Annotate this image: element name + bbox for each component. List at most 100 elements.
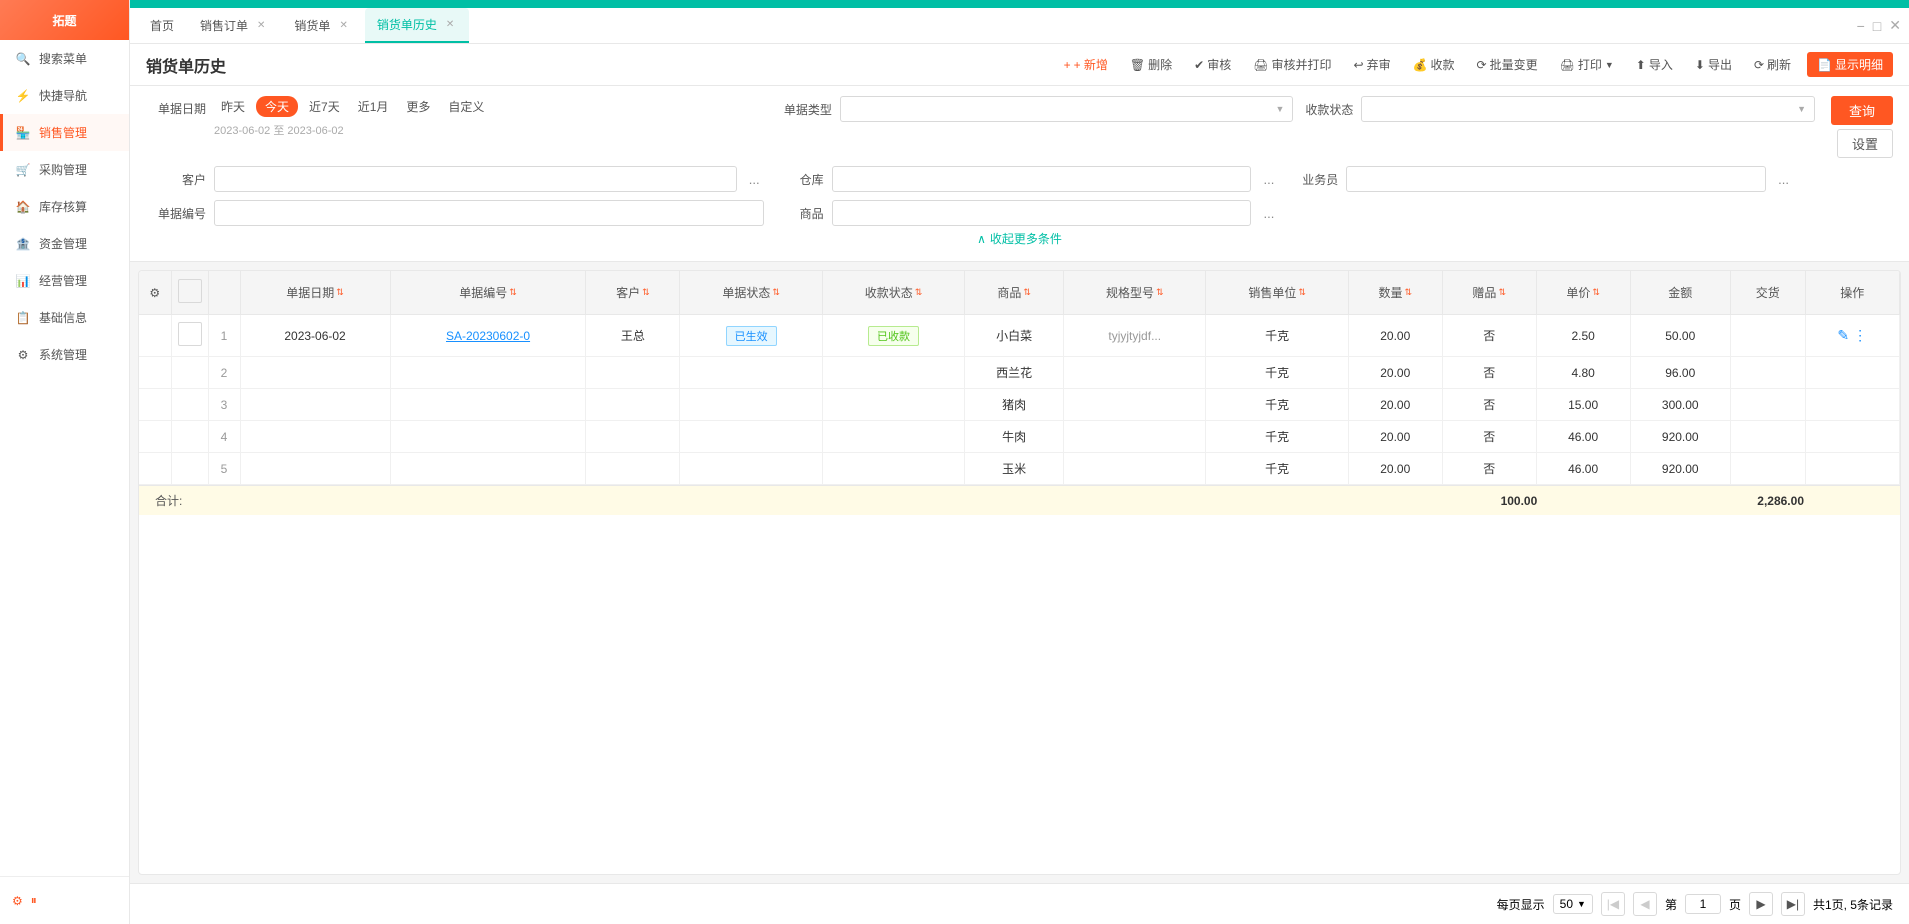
settings-gear-icon: ⚙ (149, 286, 160, 300)
collapse-filter-button[interactable]: ∧ 收起更多条件 (146, 226, 1893, 251)
tab-close-window-icon[interactable]: ✕ (1889, 17, 1901, 34)
row-checkbox[interactable] (178, 322, 202, 346)
salesperson-ellipsis[interactable]: ... (1774, 172, 1793, 187)
goods-input[interactable] (832, 200, 1252, 226)
cell-checkbox[interactable] (171, 389, 208, 421)
tab-sales-order[interactable]: 销售订单 ✕ (188, 8, 280, 43)
col-pay-status[interactable]: 收款状态 ⇅ (822, 271, 964, 315)
page-first-button[interactable]: |◀ (1601, 892, 1625, 916)
chip-yesterday[interactable]: 昨天 (214, 96, 252, 117)
tab-sales-delivery-close[interactable]: ✕ (336, 19, 350, 32)
sidebar-item-ops-mgmt[interactable]: 📊 经营管理 (0, 262, 129, 299)
pay-status-select[interactable]: ▼ (1361, 96, 1815, 122)
cell-price: 4.80 (1536, 357, 1630, 389)
delete-button[interactable]: 🗑 删除 (1124, 53, 1178, 76)
doc-type-select[interactable]: ▼ (840, 96, 1294, 122)
cell-unit: 千克 (1206, 421, 1348, 453)
logo: 拓题 (0, 0, 129, 40)
batch-change-button[interactable]: ⟳ 批量变更 (1471, 53, 1544, 76)
detail-icon: 📄 (1817, 58, 1832, 72)
cell-goods: 小白菜 (965, 315, 1064, 357)
cell-checkbox[interactable] (171, 357, 208, 389)
tab-maximize-icon[interactable]: □ (1873, 18, 1881, 34)
salesperson-input[interactable] (1346, 166, 1766, 192)
goods-ellipsis[interactable]: ... (1259, 206, 1278, 221)
col-gift[interactable]: 赠品 ⇅ (1442, 271, 1536, 315)
date-chips: 昨天 今天 近7天 近1月 更多 自定义 (214, 96, 491, 117)
sidebar-item-search-menu[interactable]: 🔍 搜索菜单 (0, 40, 129, 77)
cell-checkbox[interactable] (171, 315, 208, 357)
cell-seq: 3 (208, 389, 240, 421)
query-button[interactable]: 查询 (1831, 96, 1893, 125)
print-button[interactable]: 🖨 打印 ▼ (1554, 53, 1620, 76)
page-size-value: 50 (1560, 897, 1573, 911)
export-button[interactable]: ⬇ 导出 (1689, 53, 1738, 76)
page-number-input[interactable]: 1 (1685, 894, 1721, 914)
col-checkbox[interactable] (171, 271, 208, 315)
tab-home[interactable]: 首页 (138, 8, 186, 43)
edit-icon[interactable]: ✎ (1837, 327, 1849, 343)
cell-action: ✎⋮ (1805, 315, 1899, 357)
abandon-button[interactable]: ↩ 弃审 (1348, 53, 1397, 76)
sidebar-bottom-settings[interactable]: ⚙ ⏸ (0, 885, 129, 916)
import-button[interactable]: ⬆ 导入 (1630, 53, 1679, 76)
docno-input[interactable] (214, 200, 764, 226)
page-last-button[interactable]: ▶| (1781, 892, 1805, 916)
sort-icon-price: ⇅ (1592, 287, 1600, 298)
sidebar-item-quick-nav[interactable]: ⚡ 快捷导航 (0, 77, 129, 114)
sidebar-item-sys-mgmt[interactable]: ⚙ 系统管理 (0, 336, 129, 373)
chip-more[interactable]: 更多 (399, 96, 437, 117)
warehouse-ellipsis[interactable]: ... (1259, 172, 1278, 187)
col-goods[interactable]: 商品 ⇅ (965, 271, 1064, 315)
col-unit[interactable]: 销售单位 ⇅ (1206, 271, 1348, 315)
sort-icon-customer: ⇅ (642, 287, 650, 298)
sidebar-item-label: 快捷导航 (39, 87, 87, 104)
chip-7days[interactable]: 近7天 (302, 96, 347, 117)
tab-sales-history-close[interactable]: ✕ (443, 18, 457, 31)
goods-filter-group: 商品 ... (764, 200, 1279, 226)
sidebar-item-inventory[interactable]: 🏠 库存核算 (0, 188, 129, 225)
tab-sales-history[interactable]: 销货单历史 ✕ (365, 8, 469, 43)
cell-action (1805, 421, 1899, 453)
page-prev-button[interactable]: ◀ (1633, 892, 1657, 916)
cell-checkbox[interactable] (171, 453, 208, 485)
new-button[interactable]: + + 新增 (1058, 53, 1114, 76)
audit-print-button[interactable]: 🖨 审核并打印 (1247, 53, 1337, 76)
col-doc-no[interactable]: 单据编号 ⇅ (390, 271, 586, 315)
page-size-select[interactable]: 50 ▼ (1553, 894, 1593, 914)
cell-doc-status (680, 389, 822, 421)
tab-minimize-icon[interactable]: − (1857, 18, 1865, 34)
tab-sales-delivery[interactable]: 销货单 ✕ (282, 8, 362, 43)
cell-checkbox[interactable] (171, 421, 208, 453)
cell-gift: 否 (1442, 357, 1536, 389)
set-button[interactable]: 设置 (1837, 129, 1893, 158)
more-icon[interactable]: ⋮ (1853, 327, 1867, 343)
col-qty[interactable]: 数量 ⇅ (1348, 271, 1442, 315)
tab-sales-order-close[interactable]: ✕ (254, 19, 268, 32)
col-spec[interactable]: 规格型号 ⇅ (1064, 271, 1206, 315)
select-all-checkbox[interactable] (178, 279, 202, 303)
collect-button[interactable]: 💰 收款 (1407, 53, 1461, 76)
cell-settings (139, 421, 171, 453)
chip-1month[interactable]: 近1月 (351, 96, 396, 117)
sidebar-item-sales-mgmt[interactable]: 🏪 销售管理 (0, 114, 129, 151)
col-doc-date[interactable]: 单据日期 ⇅ (240, 271, 390, 315)
doc-no-link[interactable]: SA-20230602-0 (446, 329, 530, 343)
col-doc-status[interactable]: 单据状态 ⇅ (680, 271, 822, 315)
page-next-button[interactable]: ▶ (1749, 892, 1773, 916)
sidebar-item-finance-mgmt[interactable]: 🏦 资金管理 (0, 225, 129, 262)
sidebar-item-purchase-mgmt[interactable]: 🛒 采购管理 (0, 151, 129, 188)
show-detail-button[interactable]: 📄 显示明细 (1807, 52, 1893, 77)
col-price[interactable]: 单价 ⇅ (1536, 271, 1630, 315)
refresh-button[interactable]: ⟳ 刷新 (1748, 53, 1797, 76)
customer-ellipsis[interactable]: ... (745, 172, 764, 187)
col-settings[interactable]: ⚙ (139, 271, 171, 315)
chip-today[interactable]: 今天 (256, 96, 298, 117)
chip-custom[interactable]: 自定义 (441, 96, 491, 117)
customer-input[interactable] (214, 166, 737, 192)
audit-button[interactable]: ✔ 审核 (1188, 53, 1237, 76)
warehouse-input[interactable] (832, 166, 1252, 192)
sidebar-item-base-info[interactable]: 📋 基础信息 (0, 299, 129, 336)
col-customer[interactable]: 客户 ⇅ (586, 271, 680, 315)
doc-type-filter-group: 单据类型 ▼ (772, 96, 1294, 122)
